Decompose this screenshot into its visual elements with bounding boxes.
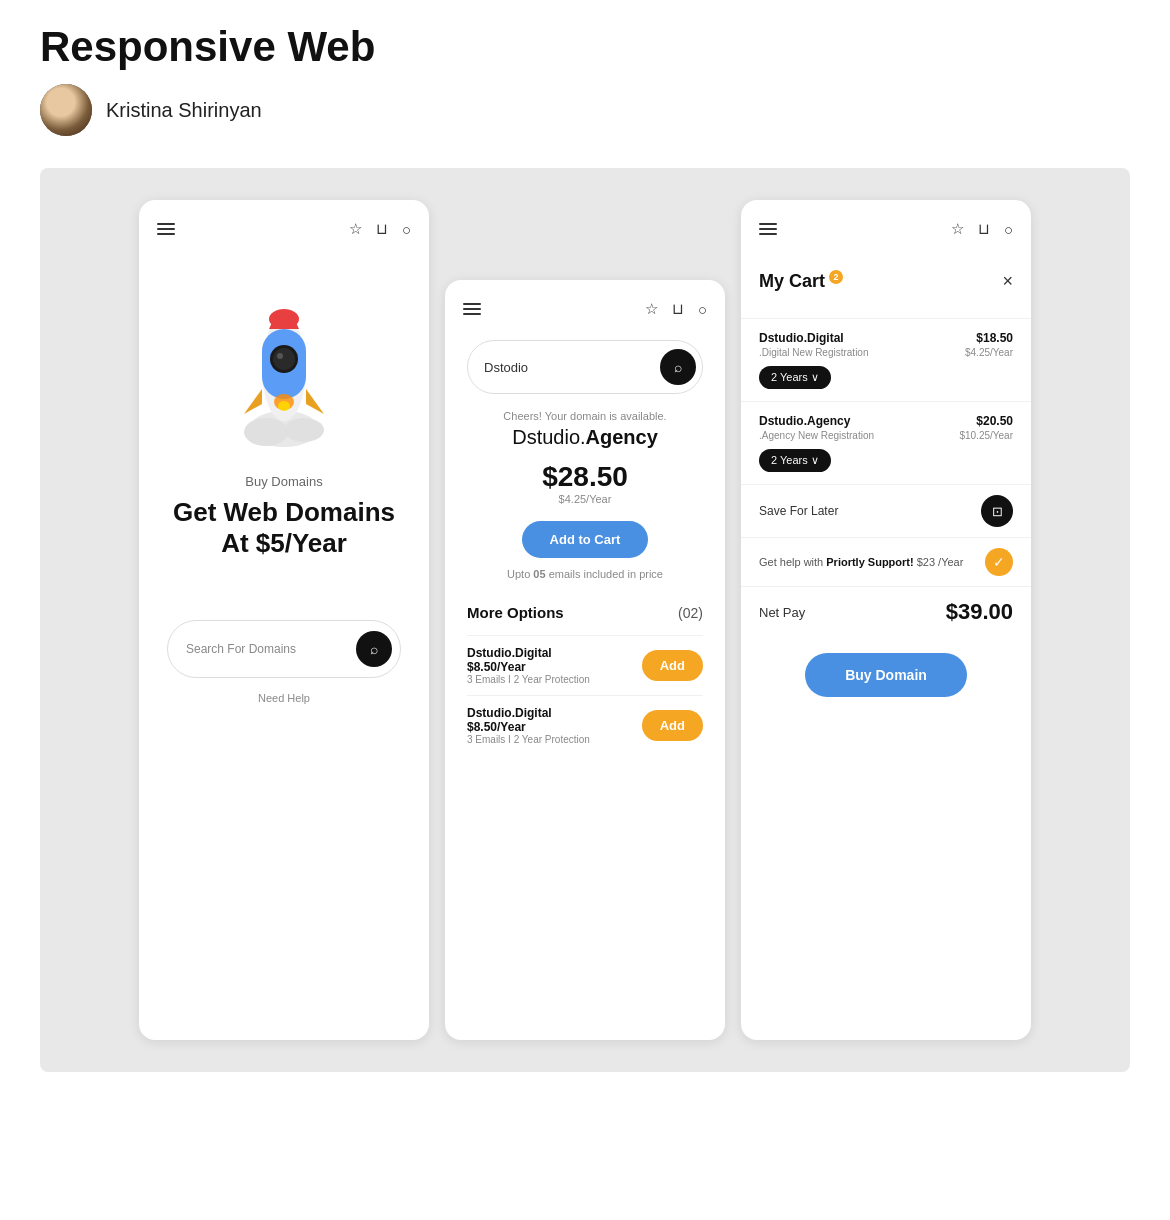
need-help-label: Need Help	[167, 692, 401, 704]
star-icon-1[interactable]: ☆	[349, 220, 362, 238]
cart-item-name-2: Dstudio.Agency	[759, 414, 850, 428]
screen-home: ☆ ⊔ ○	[139, 200, 429, 1040]
nav-bar-3: ☆ ⊔ ○	[741, 200, 1031, 254]
star-icon-3[interactable]: ☆	[951, 220, 964, 238]
available-text: Cheers! Your domain is available.	[467, 410, 703, 422]
user-icon-1[interactable]: ○	[402, 221, 411, 238]
support-text: Get help with Priortly Support! $23 /Yea…	[759, 556, 985, 568]
cart-badge: 2	[829, 270, 843, 284]
nav-icons-3: ☆ ⊔ ○	[951, 220, 1013, 238]
svg-point-1	[244, 418, 288, 446]
option-domain-1: Dstudio.Digital	[467, 646, 590, 660]
close-button[interactable]: ×	[1002, 272, 1013, 290]
screen-search: ☆ ⊔ ○ Dstodio ⌕ Cheers! Your domain is a…	[445, 280, 725, 1040]
option-item-1: Dstudio.Digital $8.50/Year 3 Emails I 2 …	[467, 635, 703, 695]
screen2-content: Dstodio ⌕ Cheers! Your domain is availab…	[445, 334, 725, 775]
option-details-2: 3 Emails I 2 Year Protection	[467, 734, 590, 745]
cart-title-row: My Cart2 ×	[759, 270, 1013, 292]
search-icon-2: ⌕	[674, 359, 682, 375]
cart-item-2: Dstudio.Agency $20.50 .Agency New Regist…	[741, 401, 1031, 484]
cart-item-price-2: $20.50	[976, 414, 1013, 428]
net-pay-amount: $39.00	[946, 599, 1013, 625]
cart-item-year-2: $10.25/Year	[959, 430, 1013, 441]
years-dropdown-2[interactable]: 2 Years ∨	[759, 449, 831, 472]
screen1-content: Buy Domains Get Web Domains At $5/Year S…	[139, 464, 429, 723]
rocket-image	[194, 274, 374, 454]
cart-item-sub-1: .Digital New Registration $4.25/Year	[759, 347, 1013, 358]
add-option-button-1[interactable]: Add	[642, 650, 703, 681]
domain-name-display: Dstudio.Agency	[467, 426, 703, 449]
cart-title: My Cart2	[759, 270, 843, 292]
net-pay-row: Net Pay $39.00	[741, 586, 1031, 637]
option-left-2: Dstudio.Digital $8.50/Year 3 Emails I 2 …	[467, 706, 590, 745]
search-bar-1[interactable]: Search For Domains ⌕	[167, 620, 401, 678]
net-pay-label: Net Pay	[759, 605, 805, 620]
svg-point-10	[278, 401, 290, 411]
svg-point-8	[277, 353, 283, 359]
add-option-button-2[interactable]: Add	[642, 710, 703, 741]
search-button-1[interactable]: ⌕	[356, 631, 392, 667]
option-details-1: 3 Emails I 2 Year Protection	[467, 674, 590, 685]
cart-item-desc-2: .Agency New Registration	[759, 430, 874, 441]
menu-icon-1[interactable]	[157, 223, 175, 235]
user-icon-2[interactable]: ○	[698, 301, 707, 318]
support-row: Get help with Priortly Support! $23 /Yea…	[741, 537, 1031, 586]
nav-bar-1: ☆ ⊔ ○	[139, 200, 429, 254]
cart-header: My Cart2 ×	[741, 254, 1031, 318]
page-title: Responsive Web	[40, 24, 1130, 70]
option-price-2: $8.50/Year	[467, 720, 590, 734]
svg-point-2	[284, 418, 324, 442]
cart-item-top-2: Dstudio.Agency $20.50	[759, 414, 1013, 428]
menu-icon-2[interactable]	[463, 303, 481, 315]
option-price-1: $8.50/Year	[467, 660, 590, 674]
avatar	[40, 84, 92, 136]
nav-icons-2: ☆ ⊔ ○	[645, 300, 707, 318]
cart-icon-2[interactable]: ⊔	[672, 300, 684, 318]
add-to-cart-button[interactable]: Add to Cart	[522, 521, 649, 558]
cart-item-1: Dstudio.Digital $18.50 .Digital New Regi…	[741, 318, 1031, 401]
showcase-area: ☆ ⊔ ○	[40, 168, 1130, 1072]
more-options-label: More Options	[467, 604, 564, 621]
option-left-1: Dstudio.Digital $8.50/Year 3 Emails I 2 …	[467, 646, 590, 685]
screen-cart: ☆ ⊔ ○ My Cart2 × Dstudio.Digital $18.50 …	[741, 200, 1031, 1040]
cart-icon-1[interactable]: ⊔	[376, 220, 388, 238]
search-icon-1: ⌕	[370, 641, 378, 657]
user-icon-3[interactable]: ○	[1004, 221, 1013, 238]
author-row: Kristina Shirinyan	[40, 84, 1130, 136]
price-per-year: $4.25/Year	[467, 493, 703, 505]
nav-bar-2: ☆ ⊔ ○	[445, 280, 725, 334]
search-bar-label: Search For Domains	[186, 642, 296, 656]
buy-domain-button[interactable]: Buy Domain	[805, 653, 967, 697]
menu-icon-3[interactable]	[759, 223, 777, 235]
cart-icon-3[interactable]: ⊔	[978, 220, 990, 238]
support-check-icon[interactable]: ✓	[985, 548, 1013, 576]
cart-item-top-1: Dstudio.Digital $18.50	[759, 331, 1013, 345]
more-options-row: More Options (02)	[467, 596, 703, 621]
search-button-2[interactable]: ⌕	[660, 349, 696, 385]
hero-title: Get Web Domains At $5/Year	[167, 497, 401, 559]
domain-input-text: Dstodio	[484, 360, 528, 375]
buy-domains-label: Buy Domains	[167, 474, 401, 489]
cart-item-name-1: Dstudio.Digital	[759, 331, 844, 345]
save-later-text: Save For Later	[759, 504, 838, 518]
bookmark-icon: ⊡	[992, 504, 1003, 519]
hero-area	[139, 254, 429, 464]
cart-item-sub-2: .Agency New Registration $10.25/Year	[759, 430, 1013, 441]
svg-point-7	[273, 348, 295, 370]
domain-search-bar[interactable]: Dstodio ⌕	[467, 340, 703, 394]
save-later-button[interactable]: ⊡	[981, 495, 1013, 527]
cart-item-year-1: $4.25/Year	[965, 347, 1013, 358]
star-icon-2[interactable]: ☆	[645, 300, 658, 318]
more-options-count: (02)	[678, 605, 703, 621]
author-name: Kristina Shirinyan	[106, 99, 262, 122]
domain-price-large: $28.50	[467, 461, 703, 493]
emails-note: Upto 05 emails included in price	[467, 568, 703, 580]
option-domain-2: Dstudio.Digital	[467, 706, 590, 720]
nav-icons-1: ☆ ⊔ ○	[349, 220, 411, 238]
cart-item-desc-1: .Digital New Registration	[759, 347, 869, 358]
save-later-row: Save For Later ⊡	[741, 484, 1031, 537]
cart-item-price-1: $18.50	[976, 331, 1013, 345]
option-item-2: Dstudio.Digital $8.50/Year 3 Emails I 2 …	[467, 695, 703, 755]
years-dropdown-1[interactable]: 2 Years ∨	[759, 366, 831, 389]
